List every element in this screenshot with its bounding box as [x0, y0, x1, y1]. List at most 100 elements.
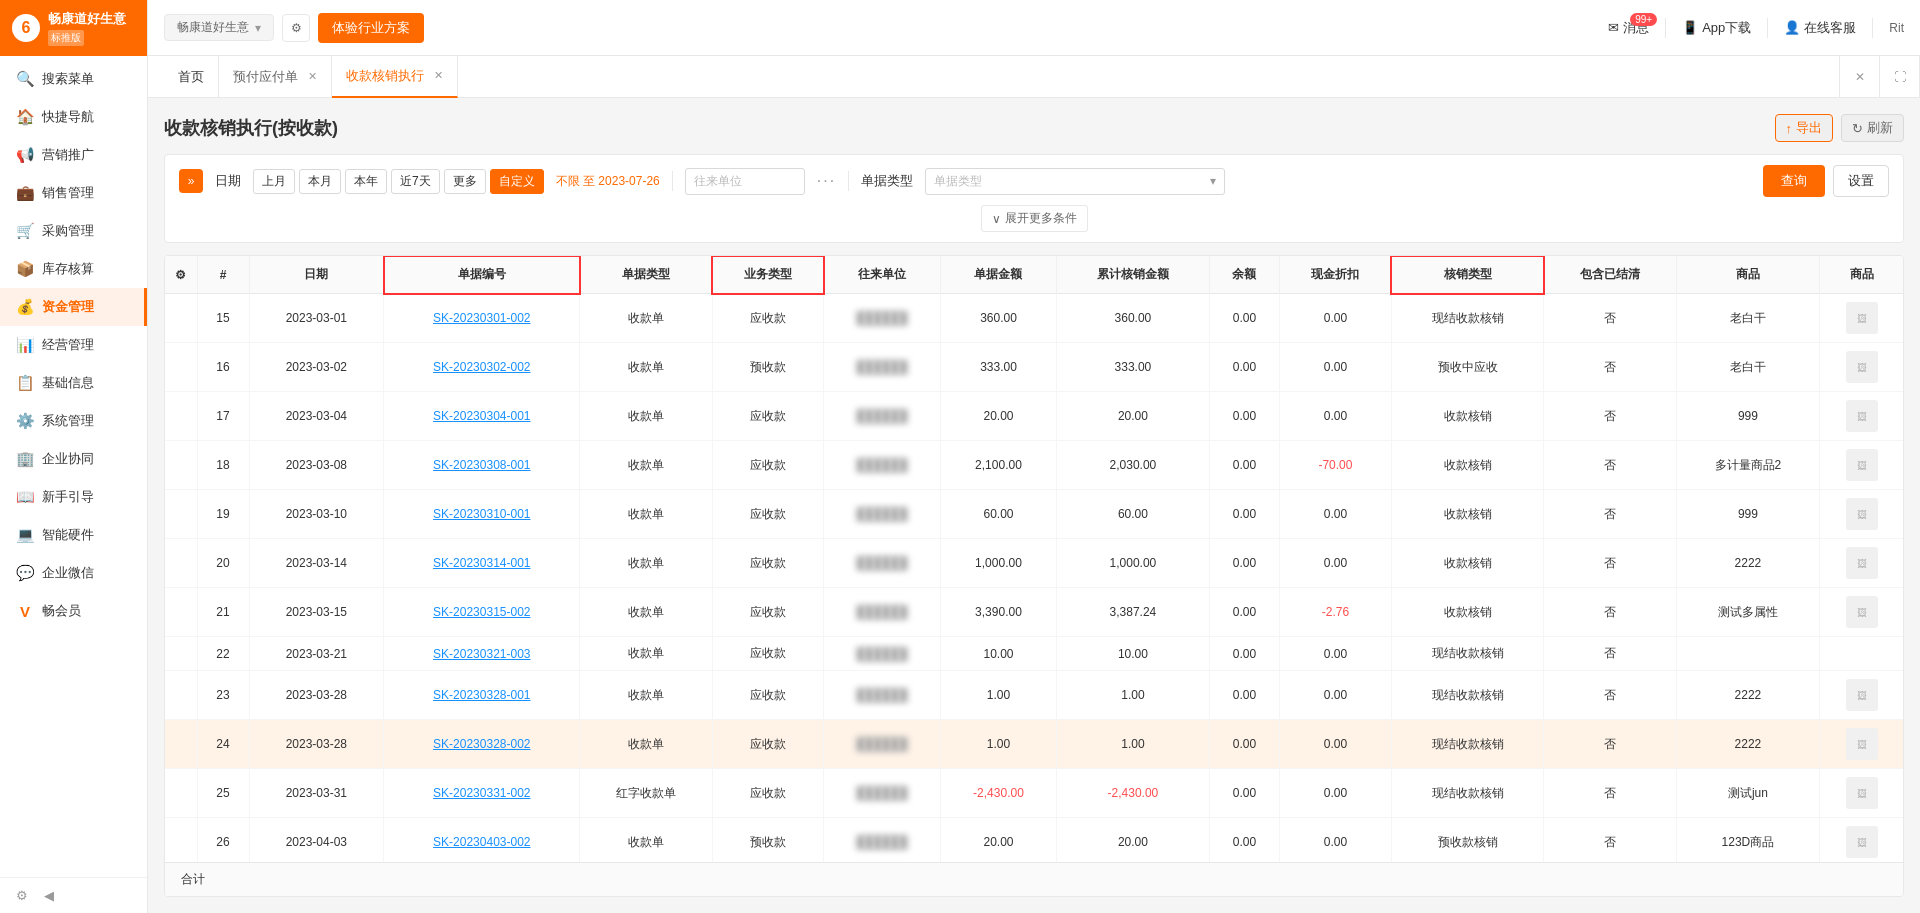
filter-date-label: 日期	[215, 172, 241, 190]
td-cell[interactable]: SK-20230328-002	[384, 720, 580, 769]
sidebar-item-wechat[interactable]: 💬 企业微信	[0, 554, 147, 592]
filter-this-year-btn[interactable]: 本年	[345, 169, 387, 194]
td-cell[interactable]: SK-20230403-002	[384, 818, 580, 863]
sidebar-item-purchase[interactable]: 🛒 采购管理	[0, 212, 147, 250]
td-cell: 20	[197, 539, 249, 588]
td-cell: 红字收款单	[580, 769, 712, 818]
td-cell[interactable]: SK-20230302-002	[384, 343, 580, 392]
td-checkbox	[165, 637, 197, 671]
settings-footer-btn[interactable]: ⚙	[16, 888, 28, 903]
data-table-container: ⚙ # 日期 单据编号 单据类型 业务类型 往来单位 单据金额 累计核销金额 余…	[164, 255, 1904, 897]
filter-partner-field[interactable]: 往来单位	[685, 168, 805, 195]
th-goods: 商品	[1676, 256, 1820, 294]
td-checkbox	[165, 294, 197, 343]
tab-prepay[interactable]: 预付应付单 ✕	[219, 56, 332, 98]
td-cell: 0.00	[1209, 343, 1279, 392]
sidebar-item-finance[interactable]: 💰 资金管理	[0, 288, 147, 326]
tab-home[interactable]: 首页	[164, 56, 219, 98]
sidebar-item-search[interactable]: 🔍 搜索菜单	[0, 60, 147, 98]
sidebar-item-system[interactable]: ⚙️ 系统管理	[0, 402, 147, 440]
td-cell: 收款单	[580, 671, 712, 720]
sidebar-item-corp[interactable]: 🏢 企业协同	[0, 440, 147, 478]
query-button[interactable]: 查询	[1763, 165, 1825, 197]
filter-custom-btn[interactable]: 自定义	[490, 169, 544, 194]
td-cell: 2023-03-01	[249, 294, 384, 343]
goods-thumbnail: 🖼	[1846, 728, 1878, 760]
td-cell: 0.00	[1209, 637, 1279, 671]
td-cell[interactable]: SK-20230301-002	[384, 294, 580, 343]
filter-last-month-btn[interactable]: 上月	[253, 169, 295, 194]
td-cell: 🖼	[1820, 818, 1903, 863]
sidebar-item-marketing[interactable]: 📢 营销推广	[0, 136, 147, 174]
app-icon: 📱	[1682, 20, 1698, 35]
sidebar-item-hardware[interactable]: 💻 智能硬件	[0, 516, 147, 554]
filter-bar: » 日期 上月 本月 本年 近7天 更多 自定义 不限 至 2023-07-26…	[164, 154, 1904, 243]
td-cell[interactable]: SK-20230321-003	[384, 637, 580, 671]
td-cell: 🖼	[1820, 490, 1903, 539]
filter-expand-arrow[interactable]: »	[179, 169, 203, 193]
filter-dots[interactable]: ···	[817, 172, 836, 190]
solution-button[interactable]: 体验行业方案	[318, 13, 424, 43]
td-cell: 应收款	[712, 441, 824, 490]
tab-collection-close[interactable]: ✕	[434, 69, 443, 82]
td-cell: 2023-03-10	[249, 490, 384, 539]
goods-thumbnail: 🖼	[1846, 547, 1878, 579]
tab-close-all-btn[interactable]: ✕	[1840, 56, 1880, 98]
td-cell: 0.00	[1209, 490, 1279, 539]
td-cell[interactable]: SK-20230315-002	[384, 588, 580, 637]
topbar-user: Rit	[1889, 21, 1904, 35]
th-no: #	[197, 256, 249, 294]
td-cell[interactable]: SK-20230310-001	[384, 490, 580, 539]
tab-prepay-close[interactable]: ✕	[308, 70, 317, 83]
table-scroll[interactable]: ⚙ # 日期 单据编号 单据类型 业务类型 往来单位 单据金额 累计核销金额 余…	[165, 256, 1903, 862]
td-cell[interactable]: SK-20230328-001	[384, 671, 580, 720]
topbar-msg-btn[interactable]: ✉ 消息 99+	[1608, 19, 1649, 37]
filter-action-btns: 查询 设置	[1763, 165, 1889, 197]
sidebar-item-guide[interactable]: 📖 新手引导	[0, 478, 147, 516]
refresh-button[interactable]: ↻ 刷新	[1841, 114, 1904, 142]
th-date: 日期	[249, 256, 384, 294]
tab-collection[interactable]: 收款核销执行 ✕	[332, 56, 458, 98]
sidebar-item-member[interactable]: V 畅会员	[0, 592, 147, 630]
topbar-service-btn[interactable]: 👤 在线客服	[1784, 19, 1856, 37]
member-nav-icon: V	[16, 602, 34, 620]
collapse-footer-btn[interactable]: ◀	[44, 888, 54, 903]
filter-settings-button[interactable]: 设置	[1833, 165, 1889, 197]
content-area: 收款核销执行(按收款) ↑ 导出 ↻ 刷新 » 日期 上月	[148, 98, 1920, 913]
topbar-divider1	[1665, 18, 1666, 38]
topbar-gear-btn[interactable]: ⚙	[282, 14, 310, 42]
sidebar-item-stock[interactable]: 📦 库存核算	[0, 250, 147, 288]
expand-conditions-btn[interactable]: ∨ 展开更多条件	[981, 205, 1088, 232]
th-settings[interactable]: ⚙	[165, 256, 197, 294]
expand-icon: ∨	[992, 212, 1001, 226]
sidebar-item-operation[interactable]: 📊 经营管理	[0, 326, 147, 364]
filter-this-month-btn[interactable]: 本月	[299, 169, 341, 194]
sidebar-item-quick[interactable]: 🏠 快捷导航	[0, 98, 147, 136]
td-cell[interactable]: SK-20230331-002	[384, 769, 580, 818]
td-cell: 老白干	[1676, 343, 1820, 392]
td-cell: 26	[197, 818, 249, 863]
td-cell: 否	[1544, 392, 1676, 441]
td-cell[interactable]: SK-20230314-001	[384, 539, 580, 588]
td-cell: 0.00	[1209, 539, 1279, 588]
td-cell[interactable]: SK-20230308-001	[384, 441, 580, 490]
sidebar-item-sales[interactable]: 💼 销售管理	[0, 174, 147, 212]
td-cell: 123D商品	[1676, 818, 1820, 863]
export-button[interactable]: ↑ 导出	[1775, 114, 1834, 142]
td-cell: 🖼	[1820, 539, 1903, 588]
td-cell: 2023-03-02	[249, 343, 384, 392]
td-cell: 收款核销	[1391, 441, 1544, 490]
filter-more-btn[interactable]: 更多	[444, 169, 486, 194]
td-cell: 999	[1676, 392, 1820, 441]
td-cell[interactable]: SK-20230304-001	[384, 392, 580, 441]
table-row: 262023-04-03SK-20230403-002收款单预收款██████2…	[165, 818, 1903, 863]
filter-bill-type-select[interactable]: 单据类型 ▾	[925, 168, 1225, 195]
td-cell: 否	[1544, 294, 1676, 343]
tab-maximize-btn[interactable]: ⛶	[1880, 56, 1920, 98]
sidebar-item-basic[interactable]: 📋 基础信息	[0, 364, 147, 402]
workspace-name[interactable]: 畅康道好生意 ▾	[164, 14, 274, 41]
wechat-nav-icon: 💬	[16, 564, 34, 582]
td-cell: 应收款	[712, 490, 824, 539]
filter-7days-btn[interactable]: 近7天	[391, 169, 440, 194]
topbar-app-btn[interactable]: 📱 App下载	[1682, 19, 1751, 37]
